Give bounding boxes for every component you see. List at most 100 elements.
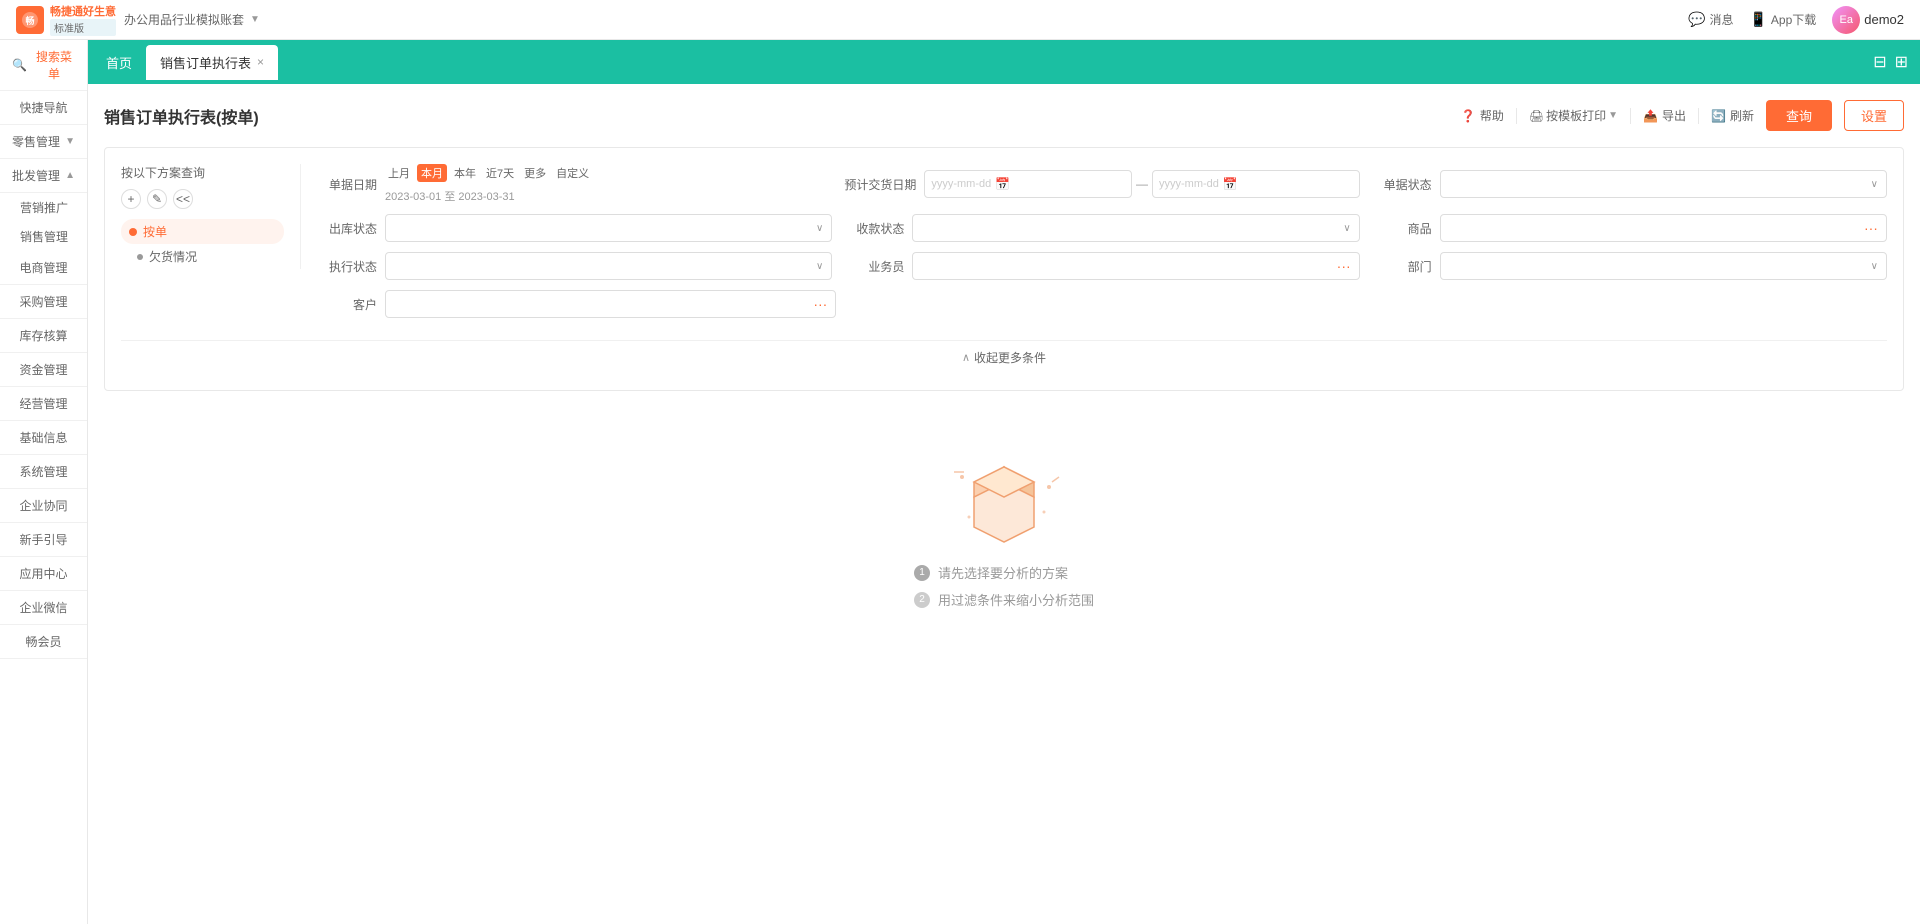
sidebar-item-appstore[interactable]: 应用中心 xyxy=(0,557,87,591)
ship-status-label: 出库状态 xyxy=(317,220,377,237)
header-left: 畅 畅捷通好生意 标准版 办公用品行业模拟账套 ▼ xyxy=(16,3,260,36)
page-content: 销售订单执行表(按单) ❓ 帮助 🖨 按模板打印 ▼ 📤 xyxy=(88,84,1920,924)
customer-select[interactable]: ··· xyxy=(385,290,836,318)
sidebar-item-ecommerce[interactable]: 电商管理 xyxy=(0,251,87,285)
dept-label: 部门 xyxy=(1372,258,1432,275)
collapse-more-button[interactable]: ∧ 收起更多条件 xyxy=(121,341,1887,374)
empty-hint-2: 2 用过滤条件来缩小分析范围 xyxy=(914,590,1094,609)
sidebar-item-system[interactable]: 系统管理 xyxy=(0,455,87,489)
plan-section-label: 按以下方案查询 xyxy=(121,164,284,181)
empty-state: 1 请先选择要分析的方案 2 用过滤条件来缩小分析范围 xyxy=(104,407,1904,649)
add-plan-button[interactable]: + xyxy=(121,189,141,209)
filter-group-exec: 执行状态 ∨ xyxy=(317,252,832,280)
sidebar-item-sales[interactable]: 销售管理 xyxy=(0,222,87,251)
empty-illustration xyxy=(944,447,1064,547)
filter-panel: 按以下方案查询 + ✎ << xyxy=(104,147,1904,391)
payment-status-label: 收款状态 xyxy=(844,220,904,237)
date-tag-this-year[interactable]: 本年 xyxy=(451,164,479,182)
date-tag-this-month[interactable]: 本月 xyxy=(417,164,447,182)
date-tag-last-month[interactable]: 上月 xyxy=(385,164,413,182)
doc-status-select[interactable]: ∨ xyxy=(1440,170,1887,198)
collapse-icon: << xyxy=(176,192,190,206)
filter-group-customer: 客户 ··· xyxy=(317,290,836,318)
sidebar-item-retail[interactable]: 零售管理 ▼ xyxy=(0,125,87,159)
content-area: 首页 销售订单执行表 × ⊟ ⊞ 销售订单执行表(按单) ❓ 帮助 xyxy=(88,40,1920,924)
collapse-plan-button[interactable]: << xyxy=(173,189,193,209)
maximize-icon[interactable]: ⊞ xyxy=(1895,52,1908,72)
filter-row-2: 出库状态 ∨ 收款状态 ∨ xyxy=(317,214,1887,242)
export-button[interactable]: 📤 导出 xyxy=(1643,107,1686,124)
message-button[interactable]: 💬 消息 xyxy=(1688,11,1733,28)
sidebar-item-wholesale[interactable]: 批发管理 ▲ xyxy=(0,159,87,193)
tab-close-icon[interactable]: × xyxy=(257,56,264,68)
date-range-display: 2023-03-01 至 2023-03-31 xyxy=(385,188,832,204)
logo-text: 畅捷通好生意 标准版 xyxy=(50,3,116,36)
date-tag-7days[interactable]: 近7天 xyxy=(483,164,517,182)
top-header: 畅 畅捷通好生意 标准版 办公用品行业模拟账套 ▼ 💬 消息 📱 App下载 E… xyxy=(0,0,1920,40)
sidebar-item-operation[interactable]: 经营管理 xyxy=(0,387,87,421)
filter-group-expected-date: 预计交货日期 yyyy-mm-dd 📅 — yyyy-mm-dd xyxy=(844,164,1359,204)
tab-controls: ⊟ ⊞ xyxy=(1873,52,1916,72)
chevron-down-icon-exec: ∨ xyxy=(816,261,823,272)
plan-item-order[interactable]: 按单 xyxy=(121,219,284,244)
header-nav[interactable]: 办公用品行业模拟账套 ▼ xyxy=(124,11,260,28)
refresh-button[interactable]: 🔄 刷新 xyxy=(1711,107,1754,124)
page-title-row: 销售订单执行表(按单) ❓ 帮助 🖨 按模板打印 ▼ 📤 xyxy=(104,100,1904,131)
nav-label: 办公用品行业模拟账套 xyxy=(124,11,244,28)
filter-section: 按以下方案查询 + ✎ << xyxy=(121,164,1887,341)
sidebar-item-guide[interactable]: 新手引导 xyxy=(0,523,87,557)
salesman-select[interactable]: ··· xyxy=(912,252,1359,280)
filter-row-4: 客户 ··· xyxy=(317,290,1887,318)
doc-status-label: 单据状态 xyxy=(1372,176,1432,193)
chevron-up-icon: ▲ xyxy=(65,170,75,181)
avatar: Ea xyxy=(1832,6,1860,34)
tab-home[interactable]: 首页 xyxy=(92,45,146,80)
sidebar-search[interactable]: 🔍 搜索菜单 xyxy=(0,40,87,91)
sidebar-item-member[interactable]: 畅会员 xyxy=(0,625,87,659)
help-button[interactable]: ❓ 帮助 xyxy=(1461,107,1504,124)
logo-icon: 畅 xyxy=(16,6,44,34)
nav-arrow-icon[interactable]: ▼ xyxy=(250,14,260,25)
user-profile[interactable]: Ea demo2 xyxy=(1832,6,1904,34)
sidebar-item-finance[interactable]: 资金管理 xyxy=(0,353,87,387)
date-tag-more[interactable]: 更多 xyxy=(521,164,549,182)
ship-status-select[interactable]: ∨ xyxy=(385,214,832,242)
plan-item-shortage[interactable]: 欠货情况 xyxy=(121,244,284,269)
salesman-dots-icon[interactable]: ··· xyxy=(1337,258,1351,274)
setting-button[interactable]: 设置 xyxy=(1844,100,1904,131)
exec-status-label: 执行状态 xyxy=(317,258,377,275)
sidebar-item-enterprise[interactable]: 企业协同 xyxy=(0,489,87,523)
tab-bar: 首页 销售订单执行表 × ⊟ ⊞ xyxy=(88,40,1920,84)
expected-date-start[interactable]: yyyy-mm-dd 📅 xyxy=(924,170,1132,198)
dept-select[interactable]: ∨ xyxy=(1440,252,1887,280)
sidebar-item-basic[interactable]: 基础信息 xyxy=(0,421,87,455)
plan-selector: 按以下方案查询 + ✎ << xyxy=(121,164,301,269)
sidebar-item-purchase[interactable]: 采购管理 xyxy=(0,285,87,319)
date-tag-custom[interactable]: 自定义 xyxy=(553,164,592,182)
app-download-button[interactable]: 📱 App下载 xyxy=(1749,11,1816,28)
sidebar-item-wechat[interactable]: 企业微信 xyxy=(0,591,87,625)
product-dots-icon[interactable]: ··· xyxy=(1864,220,1878,236)
expected-date-end[interactable]: yyyy-mm-dd 📅 xyxy=(1152,170,1360,198)
product-select[interactable]: ··· xyxy=(1440,214,1887,242)
exec-status-select[interactable]: ∨ xyxy=(385,252,832,280)
edit-plan-button[interactable]: ✎ xyxy=(147,189,167,209)
minimize-icon[interactable]: ⊟ xyxy=(1873,52,1886,72)
sidebar-item-inventory[interactable]: 库存核算 xyxy=(0,319,87,353)
empty-hint-1: 1 请先选择要分析的方案 xyxy=(914,563,1094,582)
chevron-down-icon-ship: ∨ xyxy=(816,223,823,234)
chevron-down-icon-dept: ∨ xyxy=(1871,261,1878,272)
filter-group-doc-status: 单据状态 ∨ xyxy=(1372,164,1887,204)
user-name: demo2 xyxy=(1864,12,1904,27)
app-download-icon: 📱 xyxy=(1749,11,1766,28)
customer-dots-icon[interactable]: ··· xyxy=(813,296,827,312)
query-button[interactable]: 查询 xyxy=(1766,100,1832,131)
sidebar-item-marketing[interactable]: 营销推广 xyxy=(0,193,87,222)
payment-status-select[interactable]: ∨ xyxy=(912,214,1359,242)
sidebar-quick-nav[interactable]: 快捷导航 xyxy=(0,91,87,125)
template-print-button[interactable]: 🖨 按模板打印 ▼ xyxy=(1529,107,1618,124)
header-right: 💬 消息 📱 App下载 Ea demo2 xyxy=(1688,6,1904,34)
tab-sales-order[interactable]: 销售订单执行表 × xyxy=(146,45,278,80)
date-tags: 上月 本月 本年 近7天 更多 自定义 xyxy=(385,164,832,182)
edit-icon: ✎ xyxy=(152,192,162,206)
